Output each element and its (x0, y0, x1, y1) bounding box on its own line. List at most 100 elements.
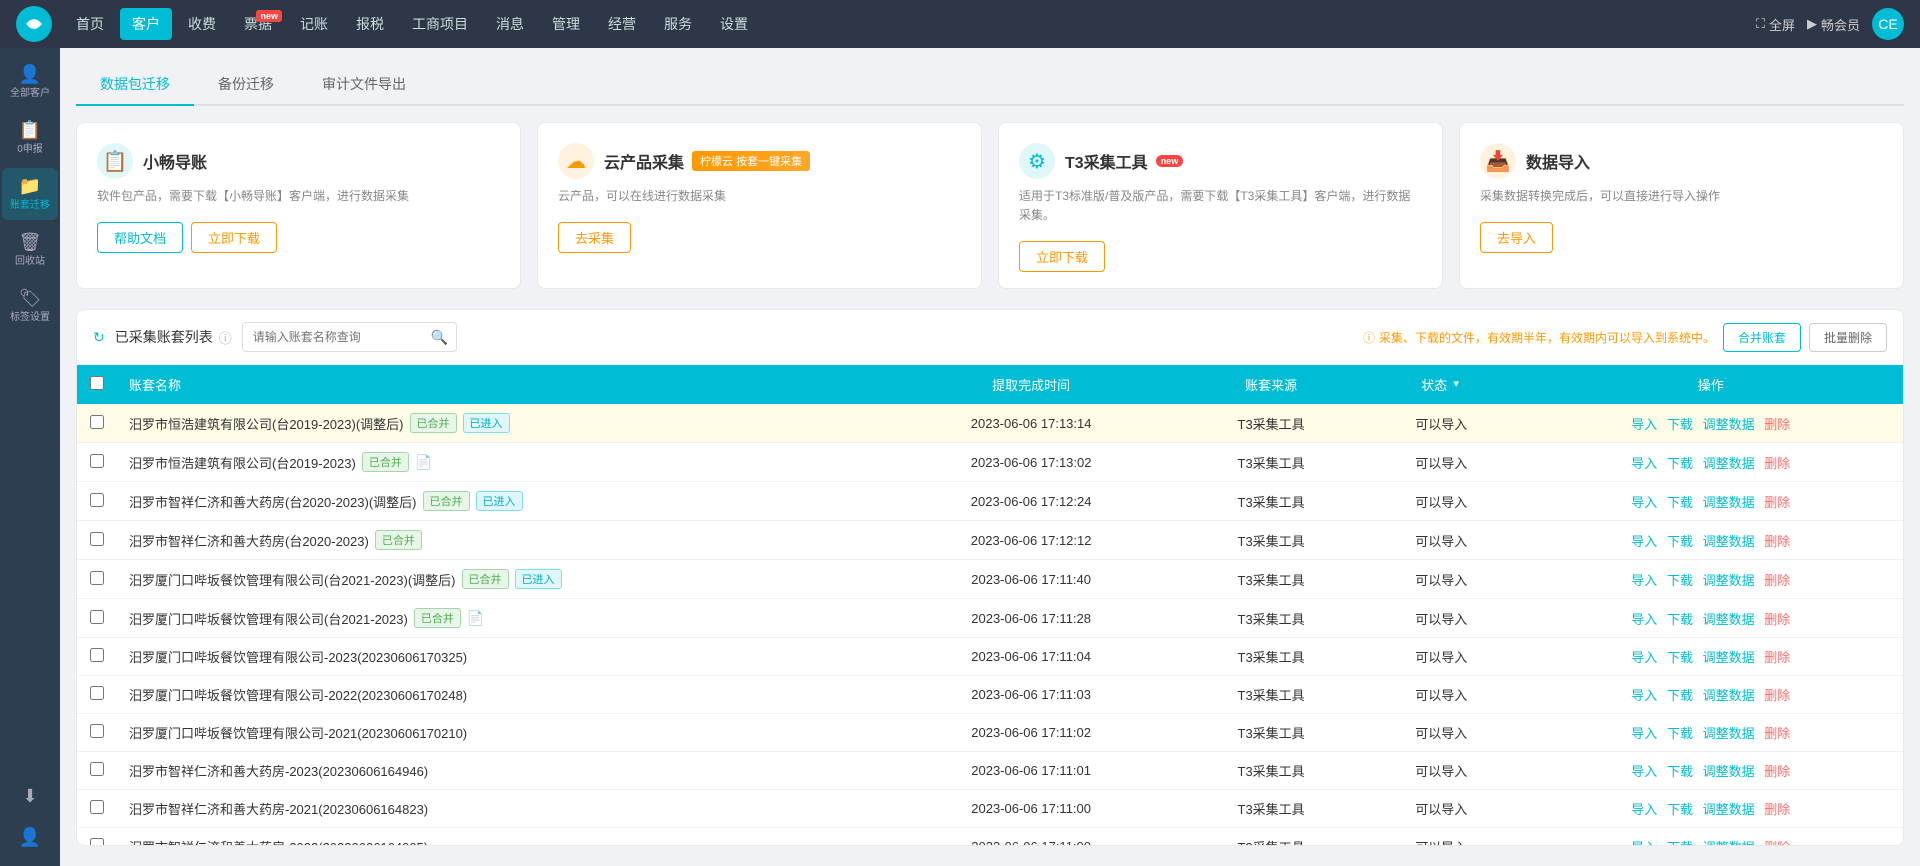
nav-item-client[interactable]: 客户 (120, 8, 172, 40)
download-action[interactable]: 下载 (1667, 573, 1693, 588)
sidebar-user-btn[interactable]: 👤 (13, 821, 47, 854)
row-checkbox[interactable] (90, 686, 104, 700)
sidebar-item-account-migrate[interactable]: 📁 账套迁移 (2, 168, 58, 220)
user-avatar[interactable]: CE (1872, 8, 1904, 40)
delete-action[interactable]: 删除 (1764, 802, 1790, 817)
download-action[interactable]: 下载 (1667, 495, 1693, 510)
delete-action[interactable]: 删除 (1764, 840, 1790, 845)
adjust-action[interactable]: 调整数据 (1703, 534, 1755, 549)
import-action[interactable]: 导入 (1631, 688, 1657, 703)
adjust-action[interactable]: 调整数据 (1703, 688, 1755, 703)
download-action[interactable]: 下载 (1667, 612, 1693, 627)
adjust-action[interactable]: 调整数据 (1703, 495, 1755, 510)
download-action[interactable]: 下载 (1667, 417, 1693, 432)
nav-item-message[interactable]: 消息 (484, 8, 536, 40)
row-checkbox[interactable] (90, 762, 104, 776)
import-action[interactable]: 导入 (1631, 840, 1657, 845)
sidebar-item-all-clients[interactable]: 👤 全部客户 (2, 56, 58, 108)
download-action[interactable]: 下载 (1667, 688, 1693, 703)
import-action[interactable]: 导入 (1631, 495, 1657, 510)
download-action[interactable]: 下载 (1667, 726, 1693, 741)
import-action[interactable]: 导入 (1631, 764, 1657, 779)
adjust-action[interactable]: 调整数据 (1703, 573, 1755, 588)
download-action[interactable]: 下载 (1667, 534, 1693, 549)
adjust-action[interactable]: 调整数据 (1703, 840, 1755, 845)
sidebar-item-recycle[interactable]: 🗑 回收站 (2, 224, 58, 276)
import-action[interactable]: 导入 (1631, 573, 1657, 588)
nav-item-fee[interactable]: 收费 (176, 8, 228, 40)
row-checkbox[interactable] (90, 610, 104, 624)
sidebar-item-zero-report[interactable]: 📋 0申报 (2, 112, 58, 164)
adjust-action[interactable]: 调整数据 (1703, 650, 1755, 665)
go-collect-button[interactable]: 去采集 (558, 222, 631, 253)
batch-delete-button[interactable]: 批量删除 (1809, 323, 1887, 352)
import-action[interactable]: 导入 (1631, 456, 1657, 471)
nav-item-bookkeeping[interactable]: 记账 (288, 8, 340, 40)
delete-action[interactable]: 删除 (1764, 534, 1790, 549)
tab-data-migrate[interactable]: 数据包迁移 (76, 64, 194, 106)
file-icon[interactable]: 📄 (467, 610, 484, 627)
row-checkbox[interactable] (90, 724, 104, 738)
row-checkbox[interactable] (90, 415, 104, 429)
adjust-action[interactable]: 调整数据 (1703, 417, 1755, 432)
delete-action[interactable]: 删除 (1764, 650, 1790, 665)
select-all-checkbox[interactable] (90, 376, 104, 390)
import-action[interactable]: 导入 (1631, 802, 1657, 817)
col-checkbox[interactable] (77, 365, 117, 404)
go-import-button[interactable]: 去导入 (1480, 222, 1553, 253)
search-button[interactable]: 🔍 (423, 329, 456, 346)
download-action[interactable]: 下载 (1667, 802, 1693, 817)
col-status[interactable]: 状态 ▼ (1364, 365, 1519, 404)
tab-backup-migrate[interactable]: 备份迁移 (194, 64, 298, 106)
adjust-action[interactable]: 调整数据 (1703, 726, 1755, 741)
delete-action[interactable]: 删除 (1764, 764, 1790, 779)
download-action[interactable]: 下载 (1667, 650, 1693, 665)
import-action[interactable]: 导入 (1631, 534, 1657, 549)
row-checkbox[interactable] (90, 800, 104, 814)
nav-item-manage[interactable]: 管理 (540, 8, 592, 40)
tab-audit-export[interactable]: 审计文件导出 (298, 64, 430, 106)
row-checkbox[interactable] (90, 532, 104, 546)
help-icon[interactable]: ⓘ (219, 328, 232, 347)
row-checkbox[interactable] (90, 838, 104, 845)
delete-action[interactable]: 删除 (1764, 417, 1790, 432)
nav-item-operation[interactable]: 经营 (596, 8, 648, 40)
row-checkbox[interactable] (90, 648, 104, 662)
fullscreen-button[interactable]: ⛶ 全屏 (1756, 15, 1795, 34)
delete-action[interactable]: 删除 (1764, 612, 1790, 627)
nav-item-business[interactable]: 工商项目 (400, 8, 480, 40)
sidebar-download-btn[interactable]: ⬇ (16, 780, 43, 813)
delete-action[interactable]: 删除 (1764, 573, 1790, 588)
refresh-icon[interactable]: ↻ (93, 329, 105, 346)
row-checkbox[interactable] (90, 454, 104, 468)
nav-item-service[interactable]: 服务 (652, 8, 704, 40)
adjust-action[interactable]: 调整数据 (1703, 802, 1755, 817)
import-action[interactable]: 导入 (1631, 417, 1657, 432)
import-action[interactable]: 导入 (1631, 726, 1657, 741)
delete-action[interactable]: 删除 (1764, 726, 1790, 741)
import-action[interactable]: 导入 (1631, 650, 1657, 665)
import-action[interactable]: 导入 (1631, 612, 1657, 627)
download-action[interactable]: 下载 (1667, 840, 1693, 845)
delete-action[interactable]: 删除 (1764, 495, 1790, 510)
download-action[interactable]: 下载 (1667, 456, 1693, 471)
row-checkbox[interactable] (90, 493, 104, 507)
app-logo[interactable] (16, 6, 52, 42)
delete-action[interactable]: 删除 (1764, 456, 1790, 471)
download-now-button-2[interactable]: 立即下载 (1019, 241, 1105, 272)
delete-action[interactable]: 删除 (1764, 688, 1790, 703)
help-doc-button[interactable]: 帮助文档 (97, 222, 183, 253)
nav-item-invoice[interactable]: 票据 new (232, 8, 284, 40)
adjust-action[interactable]: 调整数据 (1703, 764, 1755, 779)
adjust-action[interactable]: 调整数据 (1703, 456, 1755, 471)
row-checkbox[interactable] (90, 571, 104, 585)
nav-item-tax[interactable]: 报税 (344, 8, 396, 40)
table-scroll-area[interactable]: 账套名称 提取完成时间 账套来源 状态 ▼ 操作 汨罗市恒浩建筑有限公司(台2 (77, 365, 1903, 845)
file-icon[interactable]: 📄 (415, 454, 432, 471)
nav-item-home[interactable]: 首页 (64, 8, 116, 40)
member-button[interactable]: ▶ 畅会员 (1807, 15, 1860, 34)
merge-button[interactable]: 合并账套 (1723, 323, 1801, 352)
nav-item-settings[interactable]: 设置 (708, 8, 760, 40)
search-input[interactable] (243, 330, 423, 344)
adjust-action[interactable]: 调整数据 (1703, 612, 1755, 627)
